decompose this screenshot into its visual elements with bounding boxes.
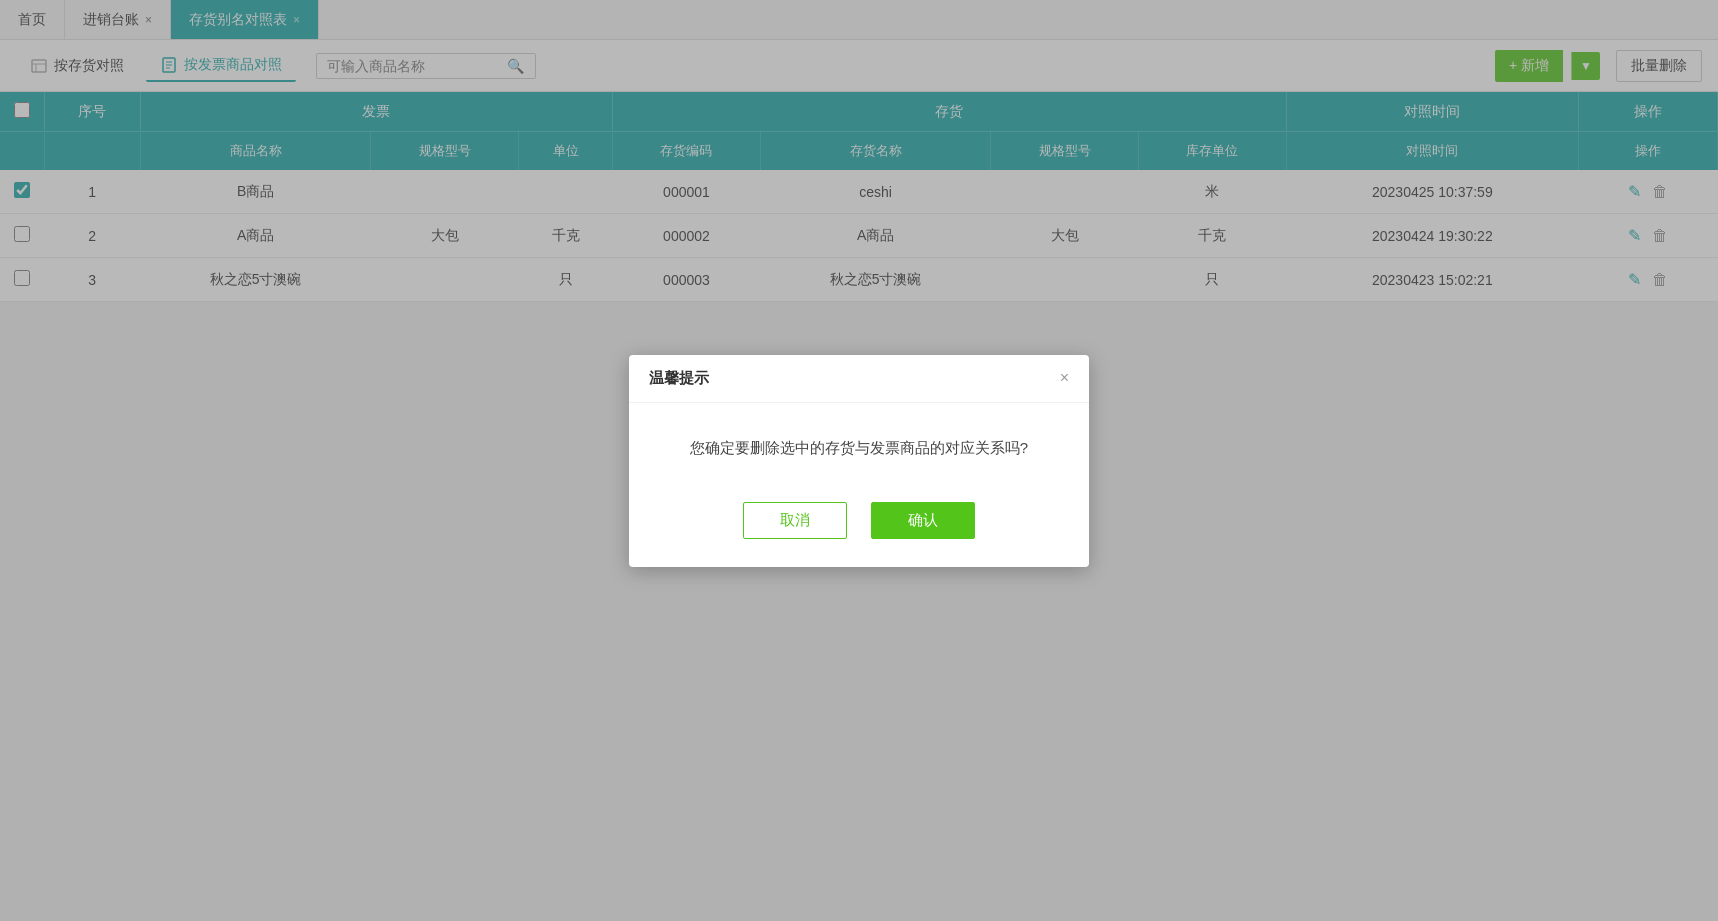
modal-overlay: 温馨提示 × 您确定要删除选中的存货与发票商品的对应关系吗? 取消 确认 [0,0,1718,302]
